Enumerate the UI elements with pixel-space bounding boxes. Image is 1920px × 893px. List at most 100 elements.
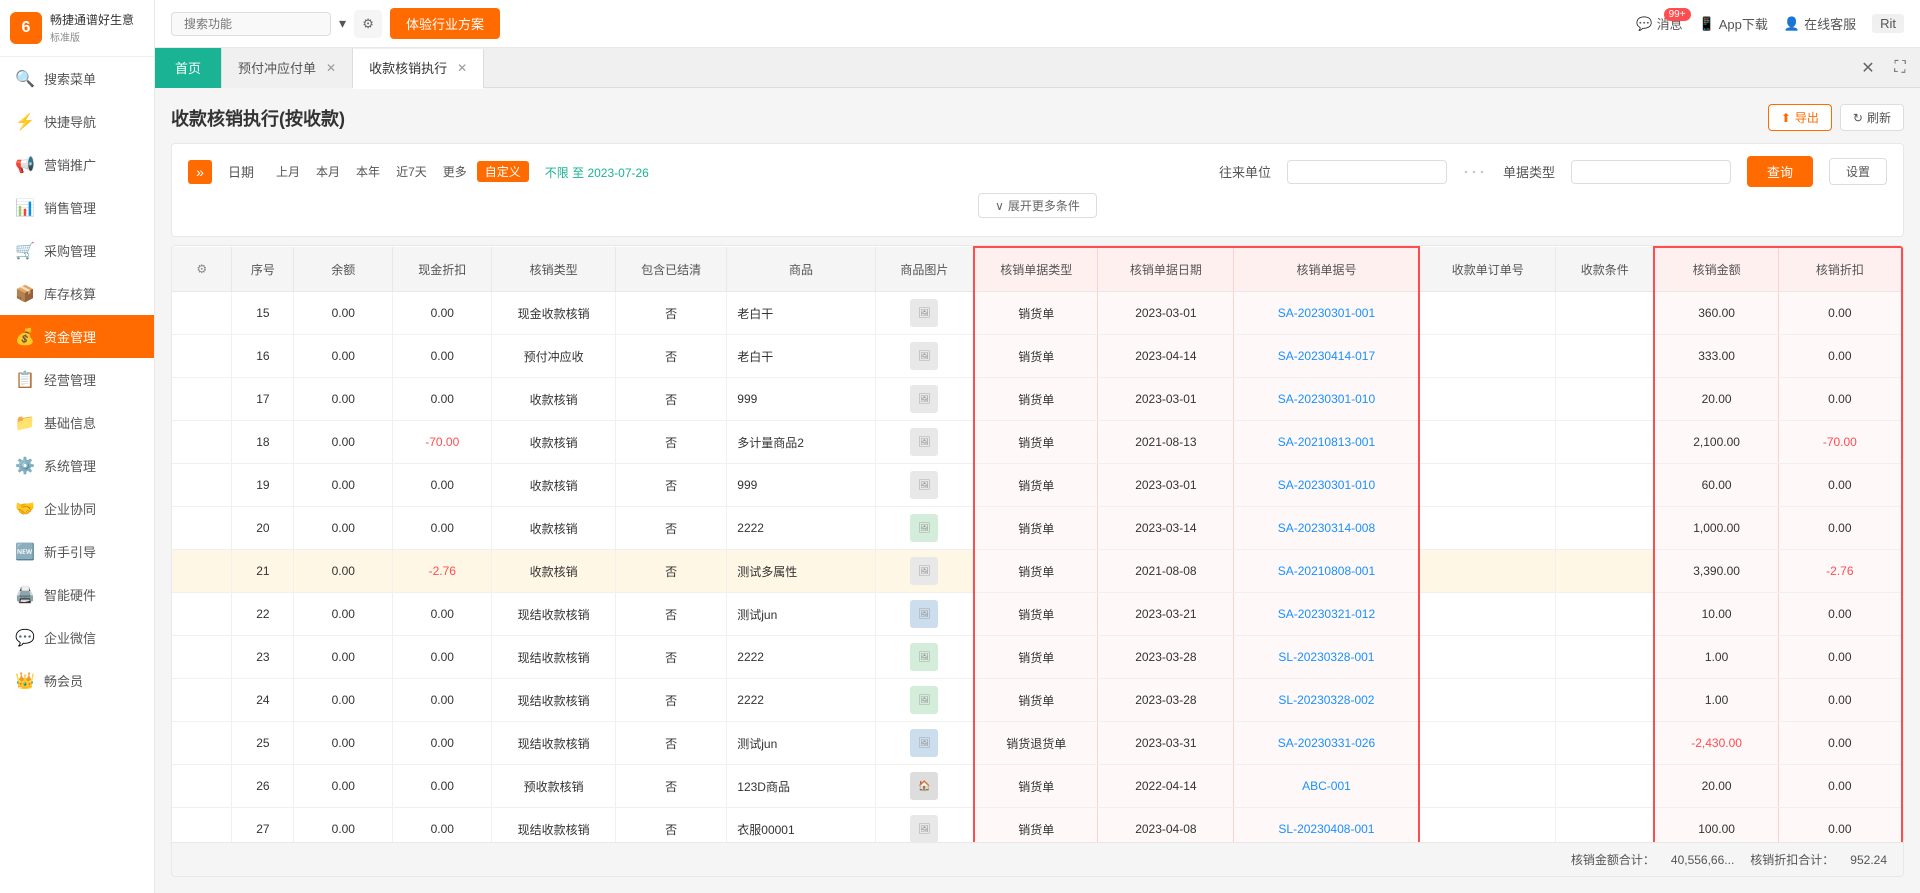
gear-button[interactable]: ⚙ (354, 10, 382, 38)
sidebar-item-hardware[interactable]: 🖨️ 智能硬件 (0, 573, 154, 616)
verify-bill-link[interactable]: ABC-001 (1302, 779, 1351, 793)
row-receipt-order-no (1419, 679, 1555, 722)
date-7days[interactable]: 近7天 (390, 161, 433, 182)
query-button[interactable]: 查询 (1747, 156, 1813, 187)
row-num: 18 (232, 421, 294, 464)
row-goods: 123D商品 (727, 765, 875, 808)
sidebar-item-operation[interactable]: 📋 经营管理 (0, 358, 154, 401)
date-more[interactable]: 更多 (437, 161, 473, 182)
verify-bill-link[interactable]: SA-20210813-001 (1278, 435, 1375, 449)
refresh-button[interactable]: ↻ 刷新 (1840, 104, 1904, 131)
setting-button[interactable]: 设置 (1829, 158, 1887, 185)
filter-toggle-button[interactable]: » (188, 160, 212, 184)
sidebar-item-member[interactable]: 👑 畅会员 (0, 659, 154, 702)
bill-type-select[interactable] (1571, 160, 1731, 184)
online-service-button[interactable]: 👤 在线客服 (1784, 14, 1856, 33)
tab-home[interactable]: 首页 (155, 48, 222, 88)
sidebar-item-purchase[interactable]: 🛒 采购管理 (0, 229, 154, 272)
verify-bill-link[interactable]: SA-20230331-026 (1278, 736, 1375, 750)
row-verify-bill-no[interactable]: SL-20230328-001 (1234, 636, 1420, 679)
row-verify-bill-no[interactable]: SA-20230314-008 (1234, 507, 1420, 550)
prepayment-tab-close[interactable]: ✕ (326, 61, 336, 75)
expand-more-button[interactable]: ∨ 展开更多条件 (978, 193, 1097, 218)
from-unit-label: 往来单位 (1219, 162, 1271, 181)
row-verify-bill-no[interactable]: SA-20210813-001 (1234, 421, 1420, 464)
row-verify-bill-no[interactable]: SA-20230301-010 (1234, 378, 1420, 421)
verify-bill-link[interactable]: SA-20230414-017 (1278, 349, 1375, 363)
date-this-year[interactable]: 本年 (350, 161, 386, 182)
column-settings-icon[interactable]: ⚙ (188, 255, 216, 283)
verify-bill-link[interactable]: SA-20210808-001 (1278, 564, 1375, 578)
row-num: 25 (232, 722, 294, 765)
sidebar-item-enterprise[interactable]: 🤝 企业协同 (0, 487, 154, 530)
verify-tab-close[interactable]: ✕ (457, 61, 467, 75)
goods-image-gray: 🖼 (910, 471, 938, 499)
row-verify-discount: 0.00 (1778, 378, 1902, 421)
verify-bill-link[interactable]: SL-20230408-001 (1278, 822, 1374, 836)
sidebar-item-wechat[interactable]: 💬 企业微信 (0, 616, 154, 659)
date-custom-button[interactable]: 自定义 (477, 161, 529, 182)
row-verify-type: 现结收款核销 (492, 636, 616, 679)
table-row: 23 0.00 0.00 现结收款核销 否 2222 🖼 销货单 2023-03… (172, 636, 1902, 679)
row-verify-discount: -70.00 (1778, 421, 1902, 464)
table-scroll[interactable]: ⚙ 序号 余额 现金折扣 核销类型 包含已结清 商品 商品图片 核销单据类型 核… (172, 246, 1903, 842)
tab-verify[interactable]: 收款核销执行 ✕ (353, 49, 484, 89)
sidebar-item-guide[interactable]: 🆕 新手引导 (0, 530, 154, 573)
tab-prepayment[interactable]: 预付冲应付单 ✕ (222, 48, 353, 88)
row-verify-bill-type: 销货单 (974, 808, 1098, 843)
sidebar-item-marketing[interactable]: 📢 营销推广 (0, 143, 154, 186)
col-header-verify-type: 核销类型 (492, 247, 616, 292)
row-verify-bill-no[interactable]: SA-20210808-001 (1234, 550, 1420, 593)
sidebar-item-inventory[interactable]: 📦 库存核算 (0, 272, 154, 315)
row-verify-bill-no[interactable]: SL-20230328-002 (1234, 679, 1420, 722)
row-verify-bill-no[interactable]: SA-20230301-001 (1234, 292, 1420, 335)
row-goods: 2222 (727, 679, 875, 722)
user-profile[interactable]: Rit (1872, 14, 1904, 33)
row-verify-bill-type: 销货单 (974, 292, 1098, 335)
verify-bill-link[interactable]: SA-20230301-010 (1278, 392, 1375, 406)
sidebar-item-basic[interactable]: 📁 基础信息 (0, 401, 154, 444)
row-verify-bill-type: 销货单 (974, 421, 1098, 464)
system-label: 系统管理 (44, 456, 96, 475)
search-input[interactable] (171, 12, 331, 36)
row-receipt-order-no (1419, 378, 1555, 421)
row-verify-bill-no[interactable]: SA-20230321-012 (1234, 593, 1420, 636)
sidebar-item-sales[interactable]: 📊 销售管理 (0, 186, 154, 229)
row-receipt-order-no (1419, 722, 1555, 765)
message-button[interactable]: 💬 消息 99+ (1636, 14, 1682, 33)
sidebar-item-quick[interactable]: ⚡ 快捷导航 (0, 100, 154, 143)
industry-solution-button[interactable]: 体验行业方案 (390, 8, 500, 39)
row-verify-bill-no[interactable]: SL-20230408-001 (1234, 808, 1420, 843)
date-last-month[interactable]: 上月 (270, 161, 306, 182)
verify-bill-link[interactable]: SA-20230301-001 (1278, 306, 1375, 320)
export-button[interactable]: ⬆ 导出 (1768, 104, 1832, 131)
row-included-settled: 否 (615, 765, 726, 808)
row-receipt-condition (1556, 421, 1655, 464)
row-verify-discount: 0.00 (1778, 765, 1902, 808)
row-receipt-condition (1556, 292, 1655, 335)
verify-bill-link[interactable]: SA-20230314-008 (1278, 521, 1375, 535)
sidebar-item-finance[interactable]: 💰 资金管理 (0, 315, 154, 358)
table-row: 26 0.00 0.00 预收款核销 否 123D商品 🏠 销货单 2022-0… (172, 765, 1902, 808)
tab-expand-icon[interactable]: ⛶ (1888, 56, 1912, 80)
tab-close-all-icon[interactable]: ✕ (1856, 56, 1880, 80)
from-unit-input[interactable] (1287, 160, 1447, 184)
verify-bill-link[interactable]: SL-20230328-001 (1278, 650, 1374, 664)
row-verify-bill-no[interactable]: SA-20230301-010 (1234, 464, 1420, 507)
verify-bill-link[interactable]: SA-20230321-012 (1278, 607, 1375, 621)
service-label: 在线客服 (1804, 14, 1856, 33)
sidebar-item-search[interactable]: 🔍 搜索菜单 (0, 57, 154, 100)
topbar-dropdown-icon[interactable]: ▾ (339, 15, 346, 32)
row-settings-cell (172, 593, 232, 636)
date-this-month[interactable]: 本月 (310, 161, 346, 182)
row-included-settled: 否 (615, 679, 726, 722)
verify-bill-link[interactable]: SL-20230328-002 (1278, 693, 1374, 707)
row-verify-bill-no[interactable]: ABC-001 (1234, 765, 1420, 808)
row-verify-bill-no[interactable]: SA-20230414-017 (1234, 335, 1420, 378)
refresh-icon: ↻ (1853, 111, 1863, 125)
sidebar-item-system[interactable]: ⚙️ 系统管理 (0, 444, 154, 487)
row-verify-bill-no[interactable]: SA-20230331-026 (1234, 722, 1420, 765)
verify-bill-link[interactable]: SA-20230301-010 (1278, 478, 1375, 492)
row-receipt-order-no (1419, 550, 1555, 593)
app-download-button[interactable]: 📱 App下载 (1699, 14, 1768, 33)
